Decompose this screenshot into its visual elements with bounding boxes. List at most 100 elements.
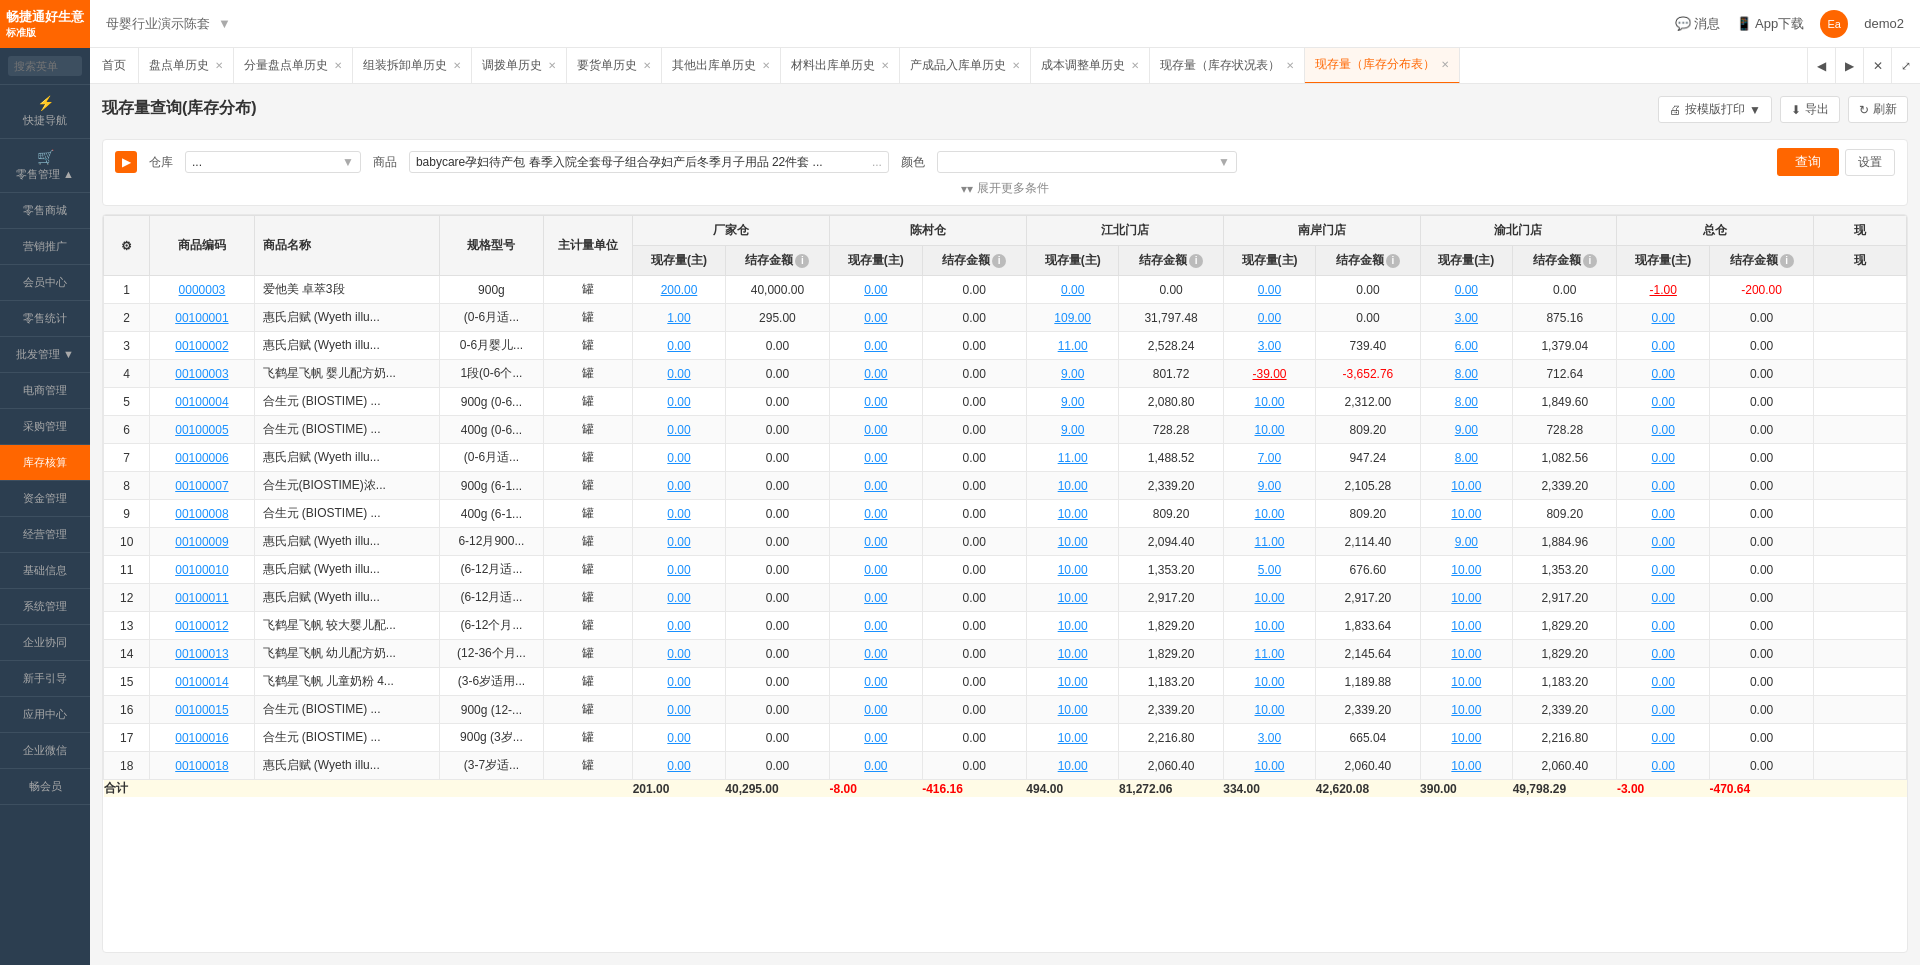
info-icon[interactable]: i — [1386, 254, 1400, 268]
col-chencuncang-qty[interactable]: 0.00 — [830, 444, 923, 472]
col-code[interactable]: 00100013 — [150, 640, 254, 668]
col-total-qty[interactable]: 0.00 — [1617, 360, 1710, 388]
print-btn[interactable]: 🖨 按模版打印 ▼ — [1658, 96, 1772, 123]
warehouse-input[interactable] — [192, 155, 342, 169]
col-jiangbei-qty[interactable]: 10.00 — [1026, 640, 1119, 668]
col-total-qty[interactable]: -1.00 — [1617, 276, 1710, 304]
nav-expand-btn[interactable]: ⤢ — [1892, 48, 1920, 84]
col-chencuncang-qty[interactable]: 0.00 — [830, 304, 923, 332]
col-nanan-qty[interactable]: 10.00 — [1223, 612, 1316, 640]
info-icon[interactable]: i — [795, 254, 809, 268]
col-chencuncang-qty[interactable]: 0.00 — [830, 388, 923, 416]
refresh-btn[interactable]: ↻ 刷新 — [1848, 96, 1908, 123]
col-jiangbei-qty[interactable]: 11.00 — [1026, 444, 1119, 472]
col-chencuncang-qty[interactable]: 0.00 — [830, 584, 923, 612]
col-total-qty[interactable]: 0.00 — [1617, 416, 1710, 444]
sidebar-item-system[interactable]: 系统管理 — [0, 589, 90, 625]
col-total-qty[interactable]: 0.00 — [1617, 724, 1710, 752]
col-yubei-qty[interactable]: 9.00 — [1420, 528, 1513, 556]
tab-stock-distribution[interactable]: 现存量（库存分布表） ✕ — [1305, 48, 1460, 84]
col-code[interactable]: 00100004 — [150, 388, 254, 416]
col-jiangbei-qty[interactable]: 0.00 — [1026, 276, 1119, 304]
sidebar-item-purchase[interactable]: 采购管理 — [0, 409, 90, 445]
col-code[interactable]: 00100002 — [150, 332, 254, 360]
sidebar-item-vip[interactable]: 畅会员 — [0, 769, 90, 805]
tab-home[interactable]: 首页 — [90, 48, 139, 84]
product-input[interactable] — [416, 155, 872, 169]
col-chencuncang-qty[interactable]: 0.00 — [830, 724, 923, 752]
close-icon[interactable]: ✕ — [334, 60, 342, 71]
sidebar-item-basics[interactable]: 基础信息 — [0, 553, 90, 589]
col-nanan-qty[interactable]: 10.00 — [1223, 668, 1316, 696]
close-icon[interactable]: ✕ — [1012, 60, 1020, 71]
close-icon[interactable]: ✕ — [1441, 59, 1449, 70]
col-changjiancang-qty[interactable]: 200.00 — [633, 276, 726, 304]
col-total-qty[interactable]: 0.00 — [1617, 668, 1710, 696]
col-nanan-qty[interactable]: 7.00 — [1223, 444, 1316, 472]
tab-stock-status[interactable]: 现存量（库存状况表） ✕ — [1150, 48, 1305, 84]
col-total-qty[interactable]: 0.00 — [1617, 388, 1710, 416]
sidebar-item-wholesale[interactable]: 批发管理 ▼ — [0, 337, 90, 373]
close-icon[interactable]: ✕ — [215, 60, 223, 71]
tab-assembly-history[interactable]: 组装拆卸单历史 ✕ — [353, 48, 472, 84]
close-icon[interactable]: ✕ — [643, 60, 651, 71]
filter-collapse-btn[interactable]: ▶ — [115, 151, 137, 173]
col-total-qty[interactable]: 0.00 — [1617, 332, 1710, 360]
col-jiangbei-qty[interactable]: 10.00 — [1026, 696, 1119, 724]
store-dropdown-icon[interactable]: ▼ — [218, 16, 231, 31]
col-yubei-qty[interactable]: 10.00 — [1420, 668, 1513, 696]
col-yubei-qty[interactable]: 10.00 — [1420, 556, 1513, 584]
col-nanan-qty[interactable]: 0.00 — [1223, 276, 1316, 304]
tab-inventory-check-history[interactable]: 盘点单历史 ✕ — [139, 48, 234, 84]
col-nanan-qty[interactable]: 3.00 — [1223, 724, 1316, 752]
col-chencuncang-qty[interactable]: 0.00 — [830, 640, 923, 668]
warehouse-dropdown-icon[interactable]: ▼ — [342, 155, 354, 169]
close-icon[interactable]: ✕ — [453, 60, 461, 71]
col-yubei-qty[interactable]: 10.00 — [1420, 584, 1513, 612]
col-chencuncang-qty[interactable]: 0.00 — [830, 556, 923, 584]
col-total-qty[interactable]: 0.00 — [1617, 556, 1710, 584]
col-yubei-qty[interactable]: 8.00 — [1420, 444, 1513, 472]
col-yubei-qty[interactable]: 9.00 — [1420, 416, 1513, 444]
col-chencuncang-qty[interactable]: 0.00 — [830, 528, 923, 556]
query-btn[interactable]: 查询 — [1777, 148, 1839, 176]
info-icon[interactable]: i — [992, 254, 1006, 268]
sidebar-item-marketing[interactable]: 营销推广 — [0, 229, 90, 265]
sidebar-item-retail-mall[interactable]: 零售商城 — [0, 193, 90, 229]
col-total-qty[interactable]: 0.00 — [1617, 444, 1710, 472]
col-yubei-qty[interactable]: 10.00 — [1420, 500, 1513, 528]
info-icon[interactable]: i — [1780, 254, 1794, 268]
col-nanan-qty[interactable]: 11.00 — [1223, 640, 1316, 668]
sidebar-item-retail-mgmt[interactable]: 🛒 零售管理 ▲ — [0, 139, 90, 193]
col-jiangbei-qty[interactable]: 11.00 — [1026, 332, 1119, 360]
col-chencuncang-qty[interactable]: 0.00 — [830, 612, 923, 640]
col-jiangbei-qty[interactable]: 9.00 — [1026, 360, 1119, 388]
col-chencuncang-qty[interactable]: 0.00 — [830, 696, 923, 724]
col-changjiancang-qty[interactable]: 0.00 — [633, 612, 726, 640]
col-changjiancang-qty[interactable]: 0.00 — [633, 752, 726, 780]
info-icon[interactable]: i — [1189, 254, 1203, 268]
col-changjiancang-qty[interactable]: 1.00 — [633, 304, 726, 332]
tab-material-out-history[interactable]: 材料出库单历史 ✕ — [781, 48, 900, 84]
col-code[interactable]: 00100016 — [150, 724, 254, 752]
col-changjiancang-qty[interactable]: 0.00 — [633, 668, 726, 696]
col-code[interactable]: 00100011 — [150, 584, 254, 612]
nav-prev-btn[interactable]: ◀ — [1808, 48, 1836, 84]
col-changjiancang-qty[interactable]: 0.00 — [633, 416, 726, 444]
sidebar-item-guide[interactable]: 新手引导 — [0, 661, 90, 697]
col-changjiancang-qty[interactable]: 0.00 — [633, 696, 726, 724]
message-btn[interactable]: 💬 消息 — [1675, 15, 1720, 33]
col-chencuncang-qty[interactable]: 0.00 — [830, 752, 923, 780]
tab-other-out-history[interactable]: 其他出库单历史 ✕ — [662, 48, 781, 84]
tab-order-history[interactable]: 要货单历史 ✕ — [567, 48, 662, 84]
col-total-qty[interactable]: 0.00 — [1617, 472, 1710, 500]
col-yubei-qty[interactable]: 10.00 — [1420, 472, 1513, 500]
col-jiangbei-qty[interactable]: 9.00 — [1026, 388, 1119, 416]
sidebar-item-appcenter[interactable]: 应用中心 — [0, 697, 90, 733]
col-nanan-qty[interactable]: 10.00 — [1223, 500, 1316, 528]
col-changjiancang-qty[interactable]: 0.00 — [633, 360, 726, 388]
col-changjiancang-qty[interactable]: 0.00 — [633, 500, 726, 528]
sidebar-item-inventory[interactable]: 库存核算 — [0, 445, 90, 481]
col-jiangbei-qty[interactable]: 10.00 — [1026, 472, 1119, 500]
sidebar-item-members[interactable]: 会员中心 — [0, 265, 90, 301]
